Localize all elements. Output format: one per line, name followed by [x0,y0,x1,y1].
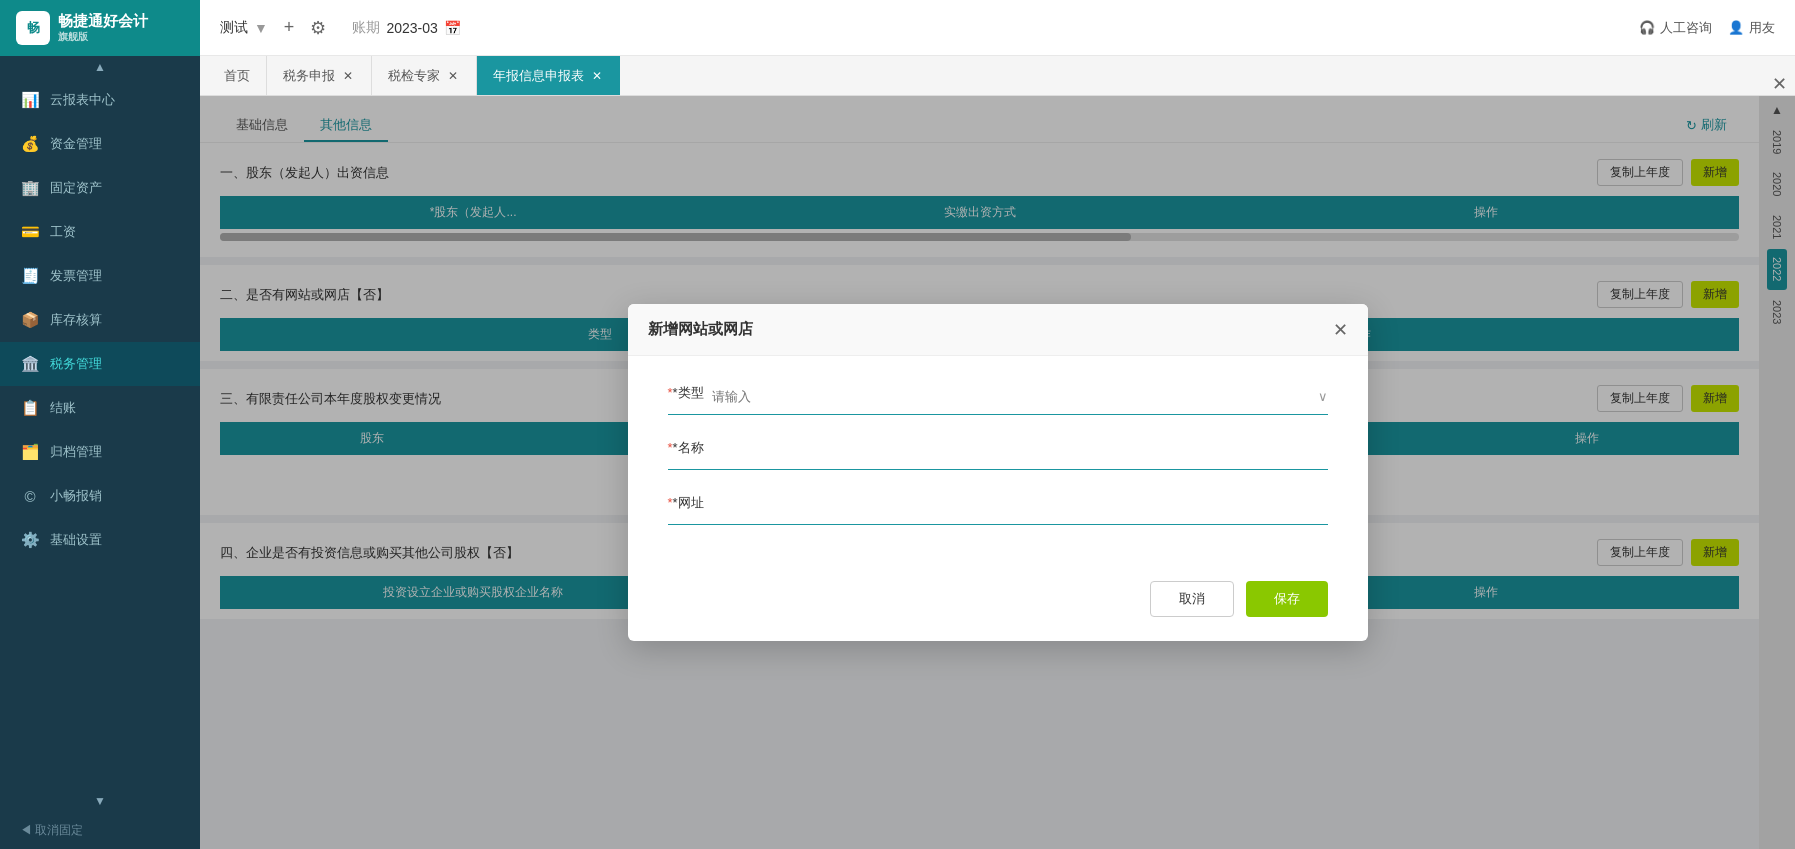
support-label: 人工咨询 [1660,19,1712,37]
sidebar-item-archive[interactable]: 🗂️ 归档管理 [0,430,200,474]
tab-tax-report-label: 税务申报 [283,67,335,85]
accounting-icon: 📋 [20,398,40,418]
save-button[interactable]: 保存 [1246,581,1328,617]
sidebar-item-label: 云报表中心 [50,91,115,109]
sidebar-item-invoice[interactable]: 🧾 发票管理 [0,254,200,298]
settings-button[interactable]: ⚙ [306,13,330,43]
sidebar-item-fund-mgmt[interactable]: 💰 资金管理 [0,122,200,166]
dialog-name-row: **名称 [668,439,1328,470]
tab-annual-report[interactable]: 年报信息申报表 ✕ [477,56,620,95]
sidebar-item-accounting[interactable]: 📋 结账 [0,386,200,430]
sidebar-item-salary[interactable]: 💳 工资 [0,210,200,254]
sidebar-item-label: 资金管理 [50,135,102,153]
main-area: 测试 ▼ + ⚙ 账期 2023-03 📅 🎧 人工咨询 👤 用友 首页 [200,0,1795,849]
sidebar: 畅 畅捷通好会计 旗舰版 ▲ 📊 云报表中心 💰 资金管理 🏢 固定资产 💳 工… [0,0,200,849]
sidebar-unpin-button[interactable]: ◀ 取消固定 [0,812,200,849]
period-display: 账期 2023-03 📅 [352,19,460,37]
name-label: **名称 [668,439,704,457]
logo-icon: 畅 [16,11,50,45]
user-label: 用友 [1749,19,1775,37]
basic-settings-icon: ⚙️ [20,530,40,550]
sidebar-item-label: 固定资产 [50,179,102,197]
tabbar: 首页 税务申报 ✕ 税检专家 ✕ 年报信息申报表 ✕ ✕ [200,56,1795,96]
salary-icon: 💳 [20,222,40,242]
sidebar-item-label: 归档管理 [50,443,102,461]
sidebar-nav: 📊 云报表中心 💰 资金管理 🏢 固定资产 💳 工资 🧾 发票管理 📦 库存核算… [0,78,200,790]
sidebar-item-label: 工资 [50,223,76,241]
sidebar-item-xiaochang[interactable]: © 小畅报销 [0,474,200,518]
topbar: 测试 ▼ + ⚙ 账期 2023-03 📅 🎧 人工咨询 👤 用友 [200,0,1795,56]
inventory-icon: 📦 [20,310,40,330]
tab-tax-report-close[interactable]: ✕ [341,69,355,83]
calendar-icon[interactable]: 📅 [444,20,461,36]
company-name: 测试 [220,19,248,37]
sidebar-item-label: 基础设置 [50,531,102,549]
sidebar-item-tax-mgmt[interactable]: 🏛️ 税务管理 [0,342,200,386]
sidebar-item-cloud-reports[interactable]: 📊 云报表中心 [0,78,200,122]
add-company-button[interactable]: + [280,13,299,42]
period-label: 账期 [352,19,380,37]
topbar-right: 🎧 人工咨询 👤 用友 [1639,19,1775,37]
dialog-close-button[interactable]: ✕ [1333,321,1348,339]
tab-tax-expert[interactable]: 税检专家 ✕ [372,56,477,95]
tab-home-label: 首页 [224,67,250,85]
type-dropdown-arrow[interactable]: ∨ [1318,389,1328,404]
sidebar-item-label: 税务管理 [50,355,102,373]
sidebar-item-label: 结账 [50,399,76,417]
url-label: **网址 [668,494,704,512]
content-area: 基础信息 其他信息 ↻ 刷新 一、股东（发起人）出资信息 复制上年度 新增 [200,96,1795,849]
sidebar-logo: 畅 畅捷通好会计 旗舰版 [0,0,200,56]
logo-title: 畅捷通好会计 [58,12,148,30]
fixed-assets-icon: 🏢 [20,178,40,198]
company-dropdown-icon: ▼ [254,20,268,36]
sidebar-item-inventory[interactable]: 📦 库存核算 [0,298,200,342]
tab-home[interactable]: 首页 [200,56,267,95]
tab-annual-report-close[interactable]: ✕ [590,69,604,83]
sidebar-scroll-down[interactable]: ▼ [0,790,200,812]
headset-icon: 🎧 [1639,20,1655,35]
name-input[interactable] [712,444,1328,459]
dialog-body: **类型 ∨ **名称 [628,356,1368,569]
tab-tax-expert-label: 税检专家 [388,67,440,85]
user-icon: 👤 [1728,20,1744,35]
tax-mgmt-icon: 🏛️ [20,354,40,374]
dialog-type-field: **类型 ∨ [668,384,1328,415]
dialog-footer: 取消 保存 [628,569,1368,641]
sidebar-scroll-up[interactable]: ▲ [0,56,200,78]
company-selector[interactable]: 测试 ▼ [220,19,268,37]
dialog-type-row: **类型 ∨ [668,384,1328,415]
url-input[interactable] [712,499,1328,514]
support-button[interactable]: 🎧 人工咨询 [1639,19,1712,37]
tab-annual-report-label: 年报信息申报表 [493,67,584,85]
type-label: **类型 [668,384,704,402]
type-input[interactable] [712,389,1310,404]
modal-overlay: 新增网站或网店 ✕ **类型 ∨ [200,96,1795,849]
dialog-url-row: **网址 [668,494,1328,525]
dialog-header: 新增网站或网店 ✕ [628,304,1368,356]
invoice-icon: 🧾 [20,266,40,286]
cloud-reports-icon: 📊 [20,90,40,110]
close-main-button[interactable]: ✕ [1764,73,1795,95]
period-value: 2023-03 [386,20,437,36]
dialog-name-field: **名称 [668,439,1328,470]
sidebar-item-basic-settings[interactable]: ⚙️ 基础设置 [0,518,200,562]
dialog-title: 新增网站或网店 [648,320,753,339]
cancel-button[interactable]: 取消 [1150,581,1234,617]
sidebar-item-label: 小畅报销 [50,487,102,505]
add-website-dialog: 新增网站或网店 ✕ **类型 ∨ [628,304,1368,641]
topbar-actions: + ⚙ [280,13,331,43]
dialog-url-field: **网址 [668,494,1328,525]
tab-tax-report[interactable]: 税务申报 ✕ [267,56,372,95]
xiaochang-icon: © [20,486,40,506]
sidebar-item-fixed-assets[interactable]: 🏢 固定资产 [0,166,200,210]
tab-tax-expert-close[interactable]: ✕ [446,69,460,83]
fund-mgmt-icon: 💰 [20,134,40,154]
logo-subtitle: 旗舰版 [58,30,148,44]
archive-icon: 🗂️ [20,442,40,462]
user-profile[interactable]: 👤 用友 [1728,19,1775,37]
sidebar-item-label: 发票管理 [50,267,102,285]
sidebar-item-label: 库存核算 [50,311,102,329]
